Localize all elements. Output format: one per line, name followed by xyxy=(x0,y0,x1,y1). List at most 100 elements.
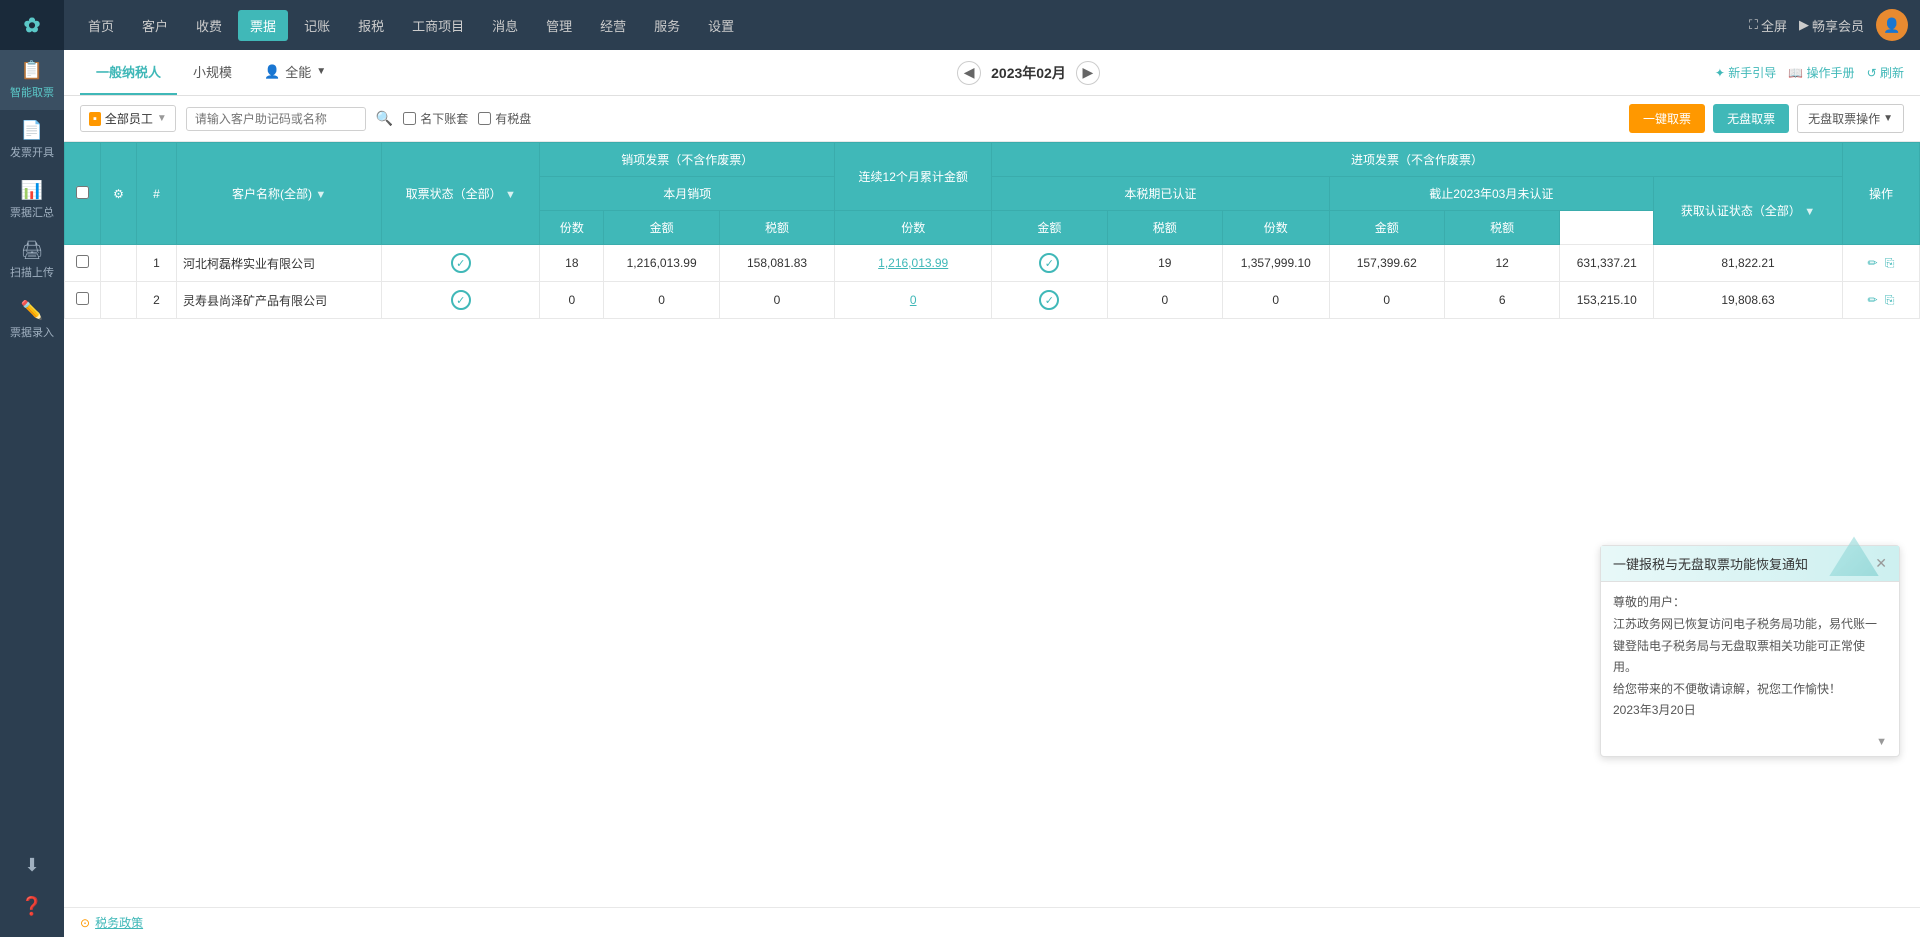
row-actions: ✏ ⎘ xyxy=(1842,282,1919,319)
customer-filter-icon[interactable]: ▼ xyxy=(315,189,326,201)
help-icon: ❓ xyxy=(21,896,43,917)
ticket-status-filter-icon[interactable]: ▼ xyxy=(505,189,516,201)
one-click-ticket-btn[interactable]: 一键取票 xyxy=(1629,104,1705,133)
prev-period-btn[interactable]: ◀ xyxy=(957,61,981,85)
row-num: 1 xyxy=(137,245,177,282)
invoice-table: ⚙ # 客户名称(全部) ▼ 取票状态（全部） ▼ 销项发票（不含作废票） 连续… xyxy=(64,142,1920,319)
current-period: 2023年02月 xyxy=(991,63,1066,83)
sidebar-item-ticket-entry[interactable]: ✏️ 票据录入 xyxy=(0,290,64,350)
nav-settings[interactable]: 设置 xyxy=(696,10,746,41)
fullscreen-btn[interactable]: ⛶ 全屏 xyxy=(1749,16,1787,35)
sidebar-item-scan-upload[interactable]: 🖨 扫描上传 xyxy=(0,230,64,290)
row-checkbox[interactable] xyxy=(65,282,101,319)
th-checkbox xyxy=(65,143,101,245)
new-guide-btn[interactable]: ✦ 新手引导 xyxy=(1715,64,1776,81)
row-sales-count: 0 xyxy=(540,282,604,319)
row-customer-name: 灵寿县尚泽矿产品有限公司 xyxy=(177,282,382,319)
row-cert-tax: 0 xyxy=(1329,282,1444,319)
period-navigation: ◀ 2023年02月 ▶ xyxy=(957,61,1100,85)
th-operations: 操作 xyxy=(1842,143,1919,245)
account-filter-checkbox[interactable]: 名下账套 xyxy=(403,110,468,127)
next-period-btn[interactable]: ▶ xyxy=(1076,61,1100,85)
row-sales-count: 18 xyxy=(540,245,604,282)
bottom-bar: ⊙ 税务政策 xyxy=(64,907,1920,937)
nav-manage[interactable]: 管理 xyxy=(534,10,584,41)
content: 一般纳税人 小规模 👤 全能 ▼ ◀ 2023年02月 ▶ ✦ 新手引导 xyxy=(64,50,1920,937)
sidebar-item-invoice-open[interactable]: 📄 发票开具 xyxy=(0,110,64,170)
account-checkbox[interactable] xyxy=(403,112,416,125)
smart-ticket-icon: 📋 xyxy=(21,60,43,81)
sidebar-item-help[interactable]: ❓ xyxy=(0,886,64,927)
ticket-entry-icon: ✏️ xyxy=(21,300,43,321)
th-cert-amount: 金额 xyxy=(992,211,1107,245)
sidebar-item-smart-ticket[interactable]: 📋 智能取票 xyxy=(0,50,64,110)
row-ticket-status: ✓ xyxy=(382,245,540,282)
th-consecutive12: 连续12个月累计金额 xyxy=(835,143,992,211)
sidebar-item-label: 智能取票 xyxy=(10,84,54,100)
nav-client[interactable]: 客户 xyxy=(130,10,180,41)
manual-btn[interactable]: 📖 操作手册 xyxy=(1788,64,1854,81)
nav-ticket[interactable]: 票据 xyxy=(238,10,288,41)
copy-icon[interactable]: ⎘ xyxy=(1885,293,1895,307)
diskless-ticket-btn[interactable]: 无盘取票 xyxy=(1713,104,1789,133)
th-cert-tax: 税额 xyxy=(1107,211,1222,245)
th-cert-status: 获取认证状态（全部） ▼ xyxy=(1654,177,1843,245)
sidebar-item-download[interactable]: ⬇ xyxy=(0,845,64,886)
copy-icon[interactable]: ⎘ xyxy=(1885,256,1895,270)
nav-right: ⛶ 全屏 ▶ 畅享会员 👤 xyxy=(1749,9,1908,41)
taxdisk-checkbox[interactable] xyxy=(478,112,491,125)
row-uncert-count: 12 xyxy=(1444,245,1559,282)
notification-popup: 一键报税与无盘取票功能恢复通知 ✕ 尊敬的用户： 江苏政务网已恢复访问电子税务局… xyxy=(1600,545,1900,757)
chevron-down-icon: ▼ xyxy=(1883,113,1893,124)
tax-policy-icon: ⊙ xyxy=(80,916,90,930)
th-cert-count: 份数 xyxy=(835,211,992,245)
download-icon: ⬇ xyxy=(24,855,39,876)
staff-select[interactable]: ▪ 全部员工 ▼ xyxy=(80,105,176,132)
staff-tag: ▪ xyxy=(89,112,101,126)
tab-general-taxpayer[interactable]: 一般纳税人 xyxy=(80,50,177,95)
th-ticket-status: 取票状态（全部） ▼ xyxy=(382,143,540,245)
sidebar-item-ticket-summary[interactable]: 📊 票据汇总 xyxy=(0,170,64,230)
scan-upload-icon: 🖨 xyxy=(21,240,44,261)
row-cert-status: ✓ xyxy=(992,245,1107,282)
person-icon: 👤 xyxy=(264,64,280,80)
nav-bookkeeping[interactable]: 记账 xyxy=(292,10,342,41)
notification-close-btn[interactable]: ✕ xyxy=(1875,555,1887,572)
th-current-period-certified: 本税期已认证 xyxy=(992,177,1329,211)
select-all-checkbox[interactable] xyxy=(76,186,89,199)
th-current-month: 本月销项 xyxy=(540,177,835,211)
edit-icon[interactable]: ✏ xyxy=(1867,293,1877,307)
taxdisk-filter-checkbox[interactable]: 有税盘 xyxy=(478,110,531,127)
th-sales-amount: 金额 xyxy=(604,211,719,245)
search-button[interactable]: 🔍 xyxy=(376,110,393,127)
th-sales-invoice: 销项发票（不含作废票） xyxy=(540,143,835,177)
nav-operation[interactable]: 经营 xyxy=(588,10,638,41)
tab-small-scale[interactable]: 小规模 xyxy=(177,50,248,95)
th-settings: ⚙ xyxy=(101,143,137,245)
nav-fee[interactable]: 收费 xyxy=(184,10,234,41)
row-customer-name: 河北柯磊桦实业有限公司 xyxy=(177,245,382,282)
nav-service[interactable]: 服务 xyxy=(642,10,692,41)
row-checkbox[interactable] xyxy=(65,245,101,282)
user-avatar[interactable]: 👤 xyxy=(1876,9,1908,41)
cert-status-filter-icon[interactable]: ▼ xyxy=(1804,206,1815,218)
nav-business[interactable]: 工商项目 xyxy=(400,10,476,41)
nav-message[interactable]: 消息 xyxy=(480,10,530,41)
row-cert-count: 0 xyxy=(1107,282,1222,319)
table-row: 1 河北柯磊桦实业有限公司 ✓ 18 1,216,013.99 158,081.… xyxy=(65,245,1920,282)
notification-body: 尊敬的用户： 江苏政务网已恢复访问电子税务局功能，易代账一键登陆电子税务局与无盘… xyxy=(1601,582,1899,732)
search-input[interactable] xyxy=(186,107,366,131)
tax-policy-link[interactable]: 税务政策 xyxy=(95,914,143,931)
th-purchase-invoice: 进项发票（不含作废票） xyxy=(992,143,1843,177)
member-btn[interactable]: ▶ 畅享会员 xyxy=(1799,16,1864,35)
edit-icon[interactable]: ✏ xyxy=(1867,256,1877,270)
fullscreen-icon: ⛶ xyxy=(1749,17,1758,33)
tab-all[interactable]: 👤 全能 ▼ xyxy=(248,50,342,95)
th-before-march: 截止2023年03月未认证 xyxy=(1329,177,1654,211)
row-cert-amount: 1,357,999.10 xyxy=(1223,245,1330,282)
diskless-operations-btn[interactable]: 无盘取票操作 ▼ xyxy=(1797,104,1904,133)
row-uncert-tax: 19,808.63 xyxy=(1654,282,1843,319)
nav-home[interactable]: 首页 xyxy=(76,10,126,41)
nav-tax[interactable]: 报税 xyxy=(346,10,396,41)
refresh-btn[interactable]: ↺ 刷新 xyxy=(1867,64,1904,81)
